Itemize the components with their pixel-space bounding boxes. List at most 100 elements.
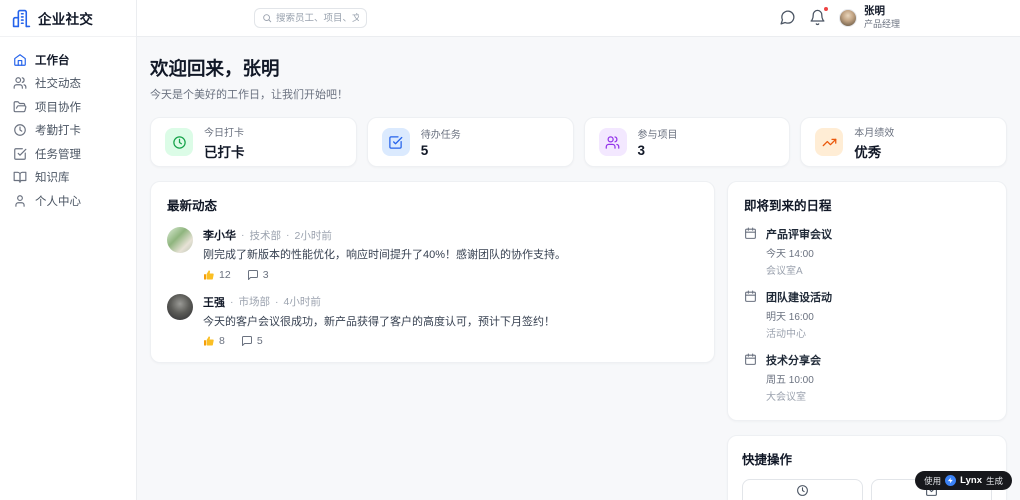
checkin-button[interactable]: 打卡 (742, 479, 863, 500)
top-bar: 张明 产品经理 (137, 0, 1020, 37)
topbar-actions: 张明 产品经理 (779, 5, 900, 30)
search-box[interactable] (254, 8, 367, 28)
trending-up-icon (815, 128, 844, 156)
sidebar-nav: 工作台 社交动态 项目协作 考勤打卡 任务管理 知识库 个人中心 (0, 37, 136, 224)
post-department: 技术部 (249, 229, 282, 242)
bell-icon (810, 10, 825, 26)
schedule-event[interactable]: 产品评审会议 今天 14:00 会议室A (744, 226, 990, 277)
book-open-icon (13, 170, 27, 184)
separator-dot (241, 229, 245, 241)
upcoming-schedule-card: 即将到来的日程 产品评审会议 今天 14:00 会议室A 团队建设活动 明天 1… (727, 181, 1007, 421)
comment-button[interactable]: 5 (241, 335, 263, 347)
event-time: 明天 16:00 (766, 312, 814, 323)
event-title: 团队建设活动 (766, 292, 832, 304)
latest-feed-card: 最新动态 李小华 技术部 2小时前 刚完成了新版本的性能优化，响应时间提 (150, 181, 715, 363)
separator-dot (275, 296, 279, 308)
stat-label: 参与项目 (637, 130, 678, 141)
post-department: 市场部 (238, 296, 271, 308)
post-time: 2小时前 (294, 229, 332, 242)
post-avatar (167, 227, 193, 253)
user-menu[interactable]: 张明 产品经理 (838, 5, 900, 30)
calendar-icon (744, 290, 757, 303)
thumbs-up-icon (204, 336, 214, 346)
sidebar-item-projects[interactable]: 项目协作 (0, 95, 136, 119)
user-avatar (838, 8, 857, 27)
feed-title: 最新动态 (167, 199, 218, 213)
users-icon (13, 76, 27, 90)
quick-actions-title: 快捷操作 (742, 453, 793, 467)
sidebar-item-label: 个人中心 (35, 195, 81, 208)
sidebar-item-social-feed[interactable]: 社交动态 (0, 72, 136, 96)
sidebar-item-label: 考勤打卡 (35, 125, 81, 138)
page-subtitle: 今天是个美好的工作日，让我们开始吧！ (150, 89, 348, 101)
user-meta: 张明 产品经理 (864, 5, 900, 30)
comment-button[interactable]: 3 (247, 269, 269, 281)
check-square-icon (13, 147, 27, 161)
sidebar-item-attendance[interactable]: 考勤打卡 (0, 119, 136, 143)
search-input[interactable] (276, 12, 359, 24)
sidebar-item-knowledge-base[interactable]: 知识库 (0, 166, 136, 190)
notification-dot (822, 6, 829, 13)
search-icon (262, 13, 272, 23)
post-author[interactable]: 李小华 (203, 227, 236, 243)
main-area: 张明 产品经理 欢迎回来，张明 今天是个美好的工作日，让我们开始吧！ 今日打卡 … (137, 0, 1020, 500)
right-column: 即将到来的日程 产品评审会议 今天 14:00 会议室A 团队建设活动 明天 1… (727, 181, 1007, 500)
stat-label: 今日打卡 (204, 127, 244, 139)
sidebar-item-label: 项目协作 (35, 101, 81, 114)
post-content: 今天的客户会议很成功，新产品获得了客户的高度认可，预计下月签约！ (203, 315, 555, 328)
sidebar-item-workbench[interactable]: 工作台 (0, 48, 136, 72)
clock-icon (796, 484, 809, 497)
sidebar-item-label: 任务管理 (35, 148, 81, 161)
check-square-icon (381, 128, 410, 156)
sidebar-item-profile[interactable]: 个人中心 (0, 189, 136, 213)
messages-button[interactable] (779, 9, 796, 26)
stat-value: 优秀 (854, 144, 882, 160)
clock-icon (165, 128, 193, 156)
schedule-event[interactable]: 团队建设活动 明天 16:00 活动中心 (744, 289, 990, 340)
quick-actions-card: 快捷操作 打卡 新建任务 (727, 435, 1007, 500)
user-name: 张明 (863, 5, 885, 18)
app-logo: 企业社交 (0, 0, 136, 37)
content-columns: 最新动态 李小华 技术部 2小时前 刚完成了新版本的性能优化，响应时间提 (150, 181, 1007, 500)
stat-card-performance[interactable]: 本月绩效 优秀 (800, 117, 1007, 167)
comment-icon (247, 269, 258, 280)
calendar-icon (744, 227, 757, 240)
event-title: 产品评审会议 (766, 229, 832, 241)
lynx-generator-badge[interactable]: 使用 Lynx 生成 (915, 471, 1012, 490)
like-button[interactable]: 8 (203, 335, 225, 347)
post-avatar (167, 293, 193, 320)
like-count: 8 (219, 335, 225, 347)
notifications-button[interactable] (809, 6, 829, 26)
event-location: 会议室A (766, 266, 803, 277)
sidebar-item-tasks[interactable]: 任务管理 (0, 142, 136, 166)
sidebar-item-label: 社交动态 (35, 78, 81, 91)
stat-card-projects[interactable]: 参与项目 3 (583, 117, 791, 167)
separator-dot (230, 296, 234, 308)
event-time: 今天 14:00 (766, 249, 814, 260)
calendar-icon (744, 353, 757, 366)
stat-label: 待办任务 (420, 130, 461, 141)
folder-open-icon (13, 100, 27, 114)
page-title: 欢迎回来，张明 (150, 58, 280, 79)
stat-card-todo[interactable]: 待办任务 5 (366, 117, 574, 167)
message-circle-icon (780, 10, 795, 25)
badge-prefix: 使用 (924, 475, 942, 486)
comment-count: 3 (262, 268, 269, 281)
app-root: 企业社交 工作台 社交动态 项目协作 考勤打卡 任务管理 知识库 个人中心 搜索… (0, 0, 1020, 500)
lynx-logo-icon (945, 475, 957, 486)
stat-label: 本月绩效 (854, 127, 895, 139)
thumbs-up-icon (204, 269, 214, 279)
badge-brand: Lynx (960, 475, 982, 486)
badge-suffix: 生成 (985, 475, 1003, 486)
users-icon (598, 128, 627, 156)
separator-dot (286, 229, 290, 241)
stat-value: 已打卡 (204, 144, 245, 160)
like-button[interactable]: 12 (203, 269, 231, 281)
clock-icon (13, 123, 27, 137)
stat-value: 5 (420, 143, 429, 158)
stat-card-checkin[interactable]: 今日打卡 已打卡 (150, 117, 357, 167)
schedule-event[interactable]: 技术分享会 周五 10:00 大会议室 (744, 352, 990, 403)
event-title: 技术分享会 (766, 355, 821, 367)
event-location: 大会议室 (766, 392, 806, 403)
post-author[interactable]: 王强 (203, 294, 225, 310)
